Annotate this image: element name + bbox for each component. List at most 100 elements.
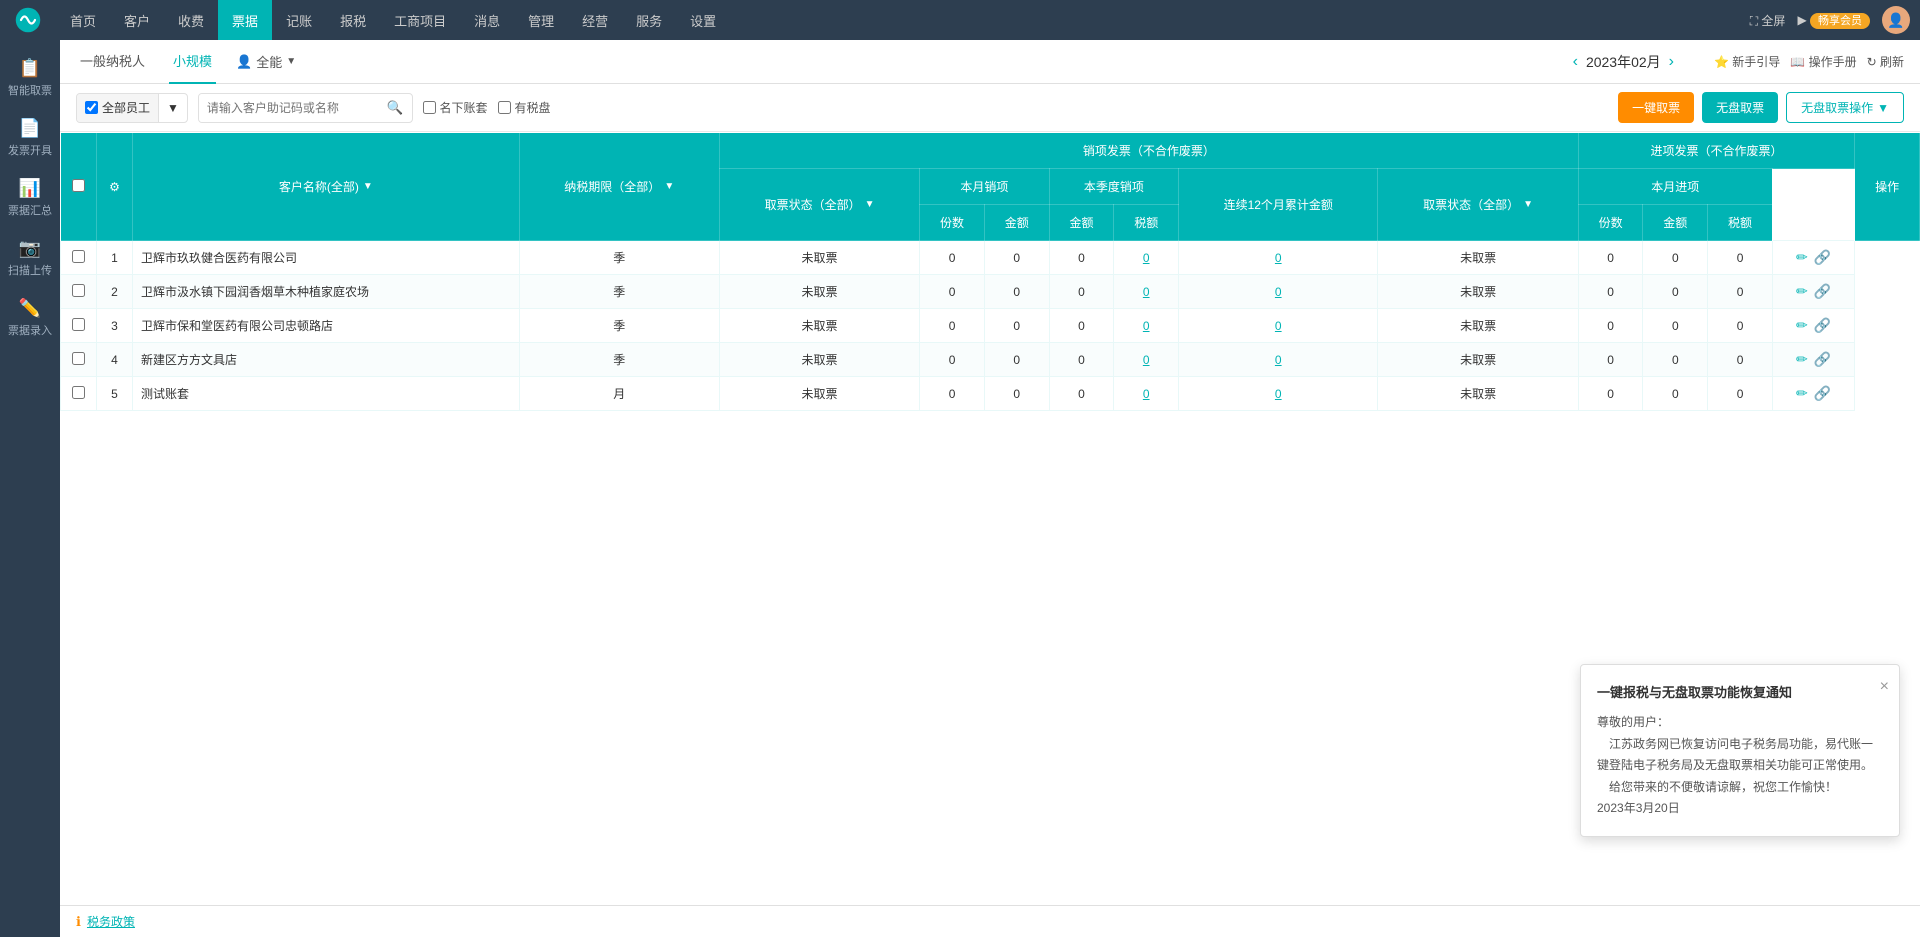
th-sq-amount: 金额 xyxy=(1049,205,1114,241)
th-operations: 操作 xyxy=(1855,133,1920,241)
nav-client[interactable]: 客户 xyxy=(110,0,164,40)
row-checkbox-2[interactable] xyxy=(72,318,85,331)
tab-general[interactable]: 一般纳税人 xyxy=(76,40,149,84)
chevron-down-icon: ▼ xyxy=(167,101,179,115)
search-btn[interactable]: 🔍 xyxy=(379,93,412,123)
row-checkbox-0[interactable] xyxy=(72,250,85,263)
all-tab-icon: 👤 xyxy=(236,54,252,70)
edit-icon[interactable]: ✏ xyxy=(1796,317,1808,334)
top-nav: 首页 客户 收费 票据 记账 报税 工商项目 消息 管理 经营 服务 设置 ⛶ … xyxy=(0,0,1920,40)
employee-value: ▼ xyxy=(159,101,187,115)
sidebar-item-summary[interactable]: 📊 票据汇总 xyxy=(3,170,57,226)
edit-icon[interactable]: ✏ xyxy=(1796,385,1808,402)
select-all-checkbox[interactable] xyxy=(72,179,85,192)
detail-icon[interactable]: 🔗 xyxy=(1814,283,1831,300)
nav-operation[interactable]: 经营 xyxy=(568,0,622,40)
toolbar-right: 一键取票 无盘取票 无盘取票操作 ▼ xyxy=(1618,92,1904,123)
my-accounts-checkbox-label[interactable]: 名下账套 xyxy=(423,99,488,116)
tax-policy-link[interactable]: 税务政策 xyxy=(87,913,135,930)
edit-icon[interactable]: ✏ xyxy=(1796,283,1808,300)
chevron-down-icon: ▼ xyxy=(286,56,296,67)
no-disk-fetch-btn[interactable]: 无盘取票 xyxy=(1702,92,1778,123)
main-table: ⚙ 客户名称(全部)▼ 纳税期限（全部）▼ 销项发票（不合作废票） 进项发票（不… xyxy=(60,132,1920,411)
toolbar: 全部员工 ▼ 🔍 名下账套 有税盘 一键取票 无盘取票 xyxy=(60,84,1920,132)
info-icon: ℹ xyxy=(76,914,81,930)
no-disk-ops-btn[interactable]: 无盘取票操作 ▼ xyxy=(1786,92,1904,123)
employee-select[interactable]: 全部员工 ▼ xyxy=(76,93,188,123)
employee-label: 全部员工 xyxy=(77,93,159,123)
filter-icon-2[interactable]: ▼ xyxy=(664,181,674,192)
sidebar-item-scan[interactable]: 📷 扫描上传 xyxy=(3,230,57,286)
nav-ticket[interactable]: 票据 xyxy=(218,0,272,40)
nav-fee[interactable]: 收费 xyxy=(164,0,218,40)
nav-tax[interactable]: 报税 xyxy=(326,0,380,40)
row-checkbox-1[interactable] xyxy=(72,284,85,297)
table-row: 3 卫辉市保和堂医药有限公司忠顿路店 季 未取票 0 0 0 0 0 未取票 0… xyxy=(61,309,1920,343)
tab-small[interactable]: 小规模 xyxy=(169,40,216,84)
table-row: 1 卫辉市玖玖健合医药有限公司 季 未取票 0 0 0 0 0 未取票 0 0 … xyxy=(61,241,1920,275)
one-key-fetch-btn[interactable]: 一键取票 xyxy=(1618,92,1694,123)
table-body: 1 卫辉市玖玖健合医药有限公司 季 未取票 0 0 0 0 0 未取票 0 0 … xyxy=(61,241,1920,411)
th-tax-period: 纳税期限（全部）▼ xyxy=(519,133,719,241)
detail-icon[interactable]: 🔗 xyxy=(1814,351,1831,368)
detail-icon[interactable]: 🔗 xyxy=(1814,249,1831,266)
main-nav: 首页 客户 收费 票据 记账 报税 工商项目 消息 管理 经营 服务 设置 xyxy=(56,0,1750,40)
th-sales-monthly: 本月销项 xyxy=(920,169,1049,205)
nav-manage[interactable]: 管理 xyxy=(514,0,568,40)
th-sales-quarterly: 本季度销项 xyxy=(1049,169,1178,205)
filter-icon[interactable]: ▼ xyxy=(363,181,373,192)
notification-close-btn[interactable]: × xyxy=(1880,673,1889,702)
top-actions: ⭐ 新手引导 📖 操作手册 ↻ 刷新 xyxy=(1714,53,1904,70)
filter-icon-3[interactable]: ▼ xyxy=(865,199,875,210)
th-settings: ⚙ xyxy=(97,133,133,241)
user-avatar[interactable]: 👤 xyxy=(1882,6,1910,34)
all-employee-checkbox[interactable] xyxy=(85,101,98,114)
scan-icon: 📷 xyxy=(19,238,41,259)
sidebar-item-entry[interactable]: ✏️ 票据录入 xyxy=(3,290,57,346)
search-input[interactable] xyxy=(199,93,379,123)
bottom-bar: ℹ 税务政策 xyxy=(60,905,1920,937)
invoice-icon: 📄 xyxy=(19,118,41,139)
refresh-btn[interactable]: ↻ 刷新 xyxy=(1867,53,1904,70)
summary-icon: 📊 xyxy=(19,178,41,199)
sidebar-item-invoice[interactable]: 📄 发票开具 xyxy=(3,110,57,166)
my-accounts-checkbox[interactable] xyxy=(423,101,436,114)
nav-bookkeeping[interactable]: 记账 xyxy=(272,0,326,40)
nav-settings[interactable]: 设置 xyxy=(676,0,730,40)
th-client-name: 客户名称(全部)▼ xyxy=(133,133,520,241)
notification-body-scroll[interactable]: 尊敬的用户： 江苏政务网已恢复访问电子税务局功能，易代账一键登陆电子税务局及无盘… xyxy=(1597,712,1883,820)
th-sm-amount: 金额 xyxy=(984,205,1049,241)
tax-disk-checkbox[interactable] xyxy=(498,101,511,114)
tab-all[interactable]: 👤 全能 ▼ xyxy=(236,52,296,71)
notification-title: 一键报税与无盘取票功能恢复通知 xyxy=(1597,681,1883,704)
row-checkbox-4[interactable] xyxy=(72,386,85,399)
table-header-group: ⚙ 客户名称(全部)▼ 纳税期限（全部）▼ 销项发票（不合作废票） 进项发票（不… xyxy=(61,133,1920,169)
fullscreen-btn[interactable]: ⛶ 全屏 xyxy=(1750,12,1786,29)
new-guide-btn[interactable]: ⭐ 新手引导 xyxy=(1714,53,1780,70)
row-checkbox-3[interactable] xyxy=(72,352,85,365)
notification-body: 尊敬的用户： 江苏政务网已恢复访问电子税务局功能，易代账一键登陆电子税务局及无盘… xyxy=(1597,712,1883,820)
search-box: 🔍 xyxy=(198,93,413,123)
edit-icon[interactable]: ✏ xyxy=(1796,351,1808,368)
table-row: 2 卫辉市汲水镇下园润香烟草木种植家庭农场 季 未取票 0 0 0 0 0 未取… xyxy=(61,275,1920,309)
th-pm-count: 份数 xyxy=(1578,205,1643,241)
th-checkbox xyxy=(61,133,97,241)
table-row: 5 测试账套 月 未取票 0 0 0 0 0 未取票 0 0 0 ✏ 🔗 xyxy=(61,377,1920,411)
detail-icon[interactable]: 🔗 xyxy=(1814,385,1831,402)
nav-home[interactable]: 首页 xyxy=(56,0,110,40)
prev-month-btn[interactable]: ‹ xyxy=(1573,53,1578,71)
vip-btn[interactable]: ▶ 畅享会员 xyxy=(1797,12,1870,28)
nav-service[interactable]: 服务 xyxy=(622,0,676,40)
table-row: 4 新建区方方文具店 季 未取票 0 0 0 0 0 未取票 0 0 0 ✏ 🔗 xyxy=(61,343,1920,377)
tax-disk-checkbox-label[interactable]: 有税盘 xyxy=(498,99,551,116)
date-nav: ‹ 2023年02月 › xyxy=(1573,52,1674,72)
sidebar-item-smart-ticket[interactable]: 📋 智能取票 xyxy=(3,50,57,106)
nav-message[interactable]: 消息 xyxy=(460,0,514,40)
detail-icon[interactable]: 🔗 xyxy=(1814,317,1831,334)
edit-icon[interactable]: ✏ xyxy=(1796,249,1808,266)
nav-business[interactable]: 工商项目 xyxy=(380,0,460,40)
manual-btn[interactable]: 📖 操作手册 xyxy=(1790,53,1856,70)
next-month-btn[interactable]: › xyxy=(1669,53,1674,71)
top-nav-right: ⛶ 全屏 ▶ 畅享会员 👤 xyxy=(1750,6,1910,34)
filter-icon-4[interactable]: ▼ xyxy=(1523,199,1533,210)
